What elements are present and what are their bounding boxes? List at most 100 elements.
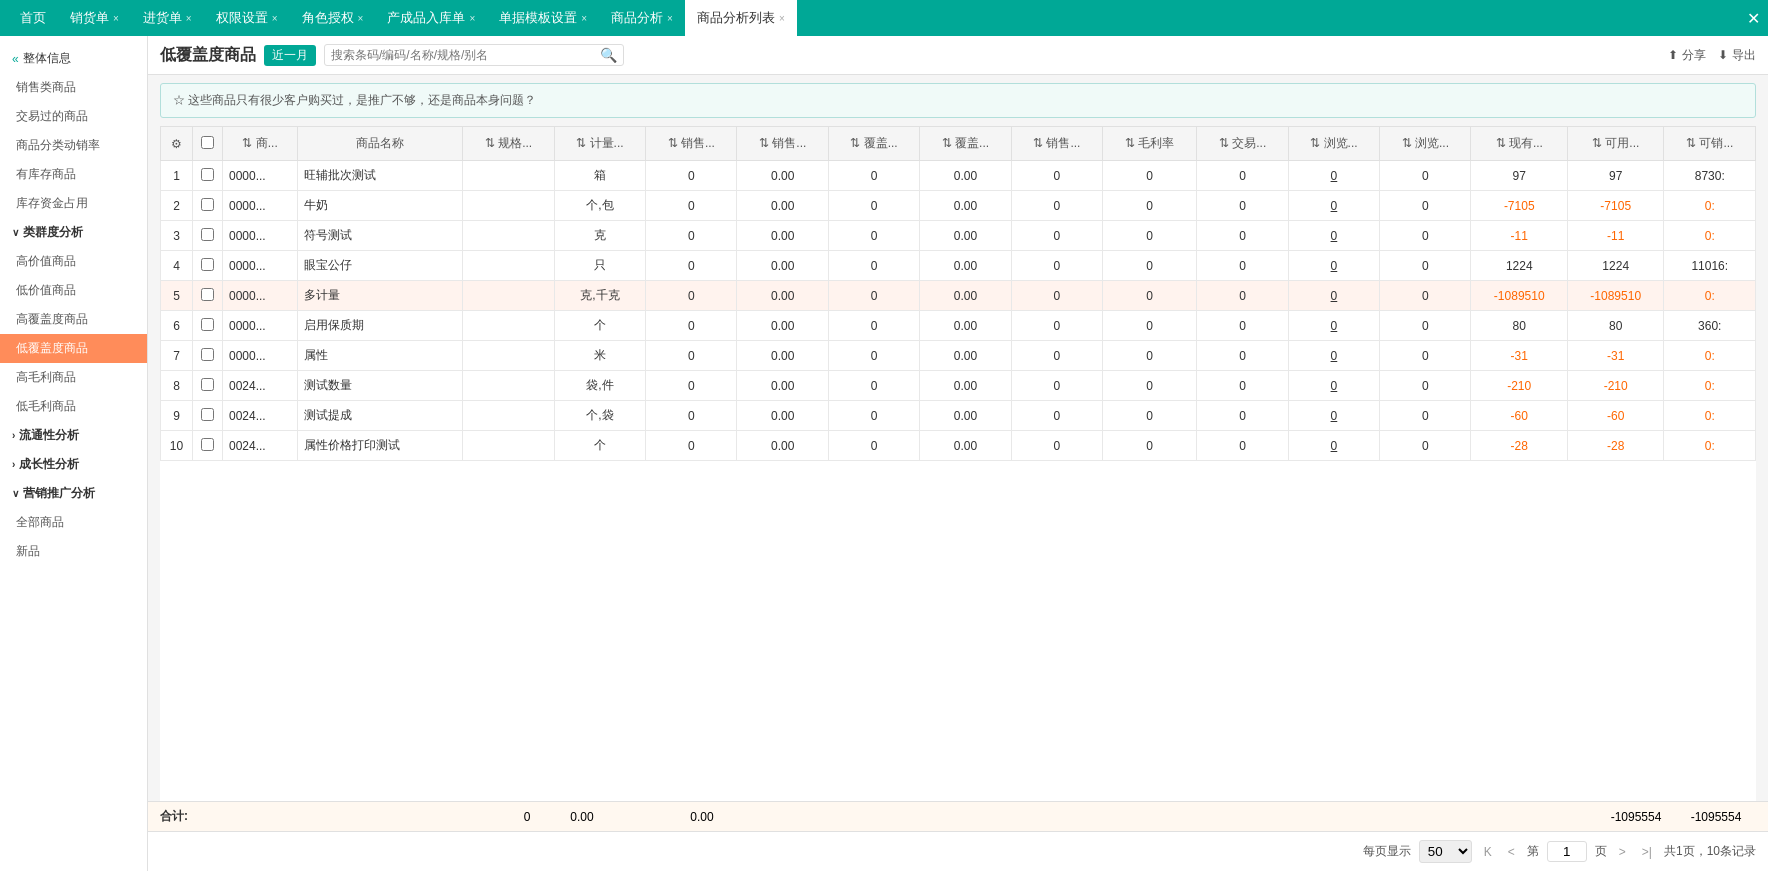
sidebar-section-marketing[interactable]: ∨ 营销推广分析 [0,479,147,508]
close-icon[interactable]: × [186,13,192,24]
nav-sales-order[interactable]: 销货单 × [58,0,131,36]
share-button[interactable]: ⬆ 分享 [1668,47,1706,64]
row-checkbox[interactable] [193,401,223,431]
row-select-checkbox[interactable] [201,348,214,361]
close-icon[interactable]: × [113,13,119,24]
nav-template[interactable]: 单据模板设置 × [487,0,599,36]
sidebar-item-new-products[interactable]: 新品 [0,537,147,566]
browse1-column-header[interactable]: ⇅ 浏览... [1288,127,1379,161]
next-page-button[interactable]: > [1615,845,1630,859]
stock2-column-header[interactable]: ⇅ 可用... [1567,127,1663,161]
row-browse1[interactable]: 0 [1288,281,1379,311]
browse2-column-header[interactable]: ⇅ 浏览... [1380,127,1471,161]
row-browse1[interactable]: 0 [1288,341,1379,371]
cover2-column-header[interactable]: ⇅ 覆盖... [920,127,1011,161]
nav-purchase-order[interactable]: 进货单 × [131,0,204,36]
nav-home[interactable]: 首页 [8,0,58,36]
code-column-header[interactable]: ⇅ 商... [223,127,298,161]
prev-page-button[interactable]: < [1504,845,1519,859]
sidebar-section-growth[interactable]: › 成长性分析 [0,450,147,479]
row-select-checkbox[interactable] [201,198,214,211]
sidebar-item-high-coverage[interactable]: 高覆盖度商品 [0,305,147,334]
row-browse1[interactable]: 0 [1288,221,1379,251]
row-browse1[interactable]: 0 [1288,251,1379,281]
row-checkbox[interactable] [193,191,223,221]
row-browse1[interactable]: 0 [1288,191,1379,221]
sales3-column-header[interactable]: ⇅ 销售... [1011,127,1102,161]
unit-column-header[interactable]: ⇅ 计量... [554,127,645,161]
row-select-checkbox[interactable] [201,288,214,301]
close-icon[interactable]: × [581,13,587,24]
row-checkbox[interactable] [193,251,223,281]
sidebar-item-category-rate[interactable]: 商品分类动销率 [0,131,147,160]
sidebar-item-high-margin[interactable]: 高毛利商品 [0,363,147,392]
sidebar-item-low-coverage[interactable]: 低覆盖度商品 [0,334,147,363]
row-select-checkbox[interactable] [201,258,214,271]
sidebar-item-stock-capital[interactable]: 库存资金占用 [0,189,147,218]
sort-icon: ⇅ [759,136,769,150]
row-checkbox[interactable] [193,431,223,461]
row-checkbox[interactable] [193,281,223,311]
row-select-checkbox[interactable] [201,408,214,421]
sidebar-overall-info[interactable]: « 整体信息 [0,44,147,73]
row-browse1[interactable]: 0 [1288,431,1379,461]
nav-role-auth[interactable]: 角色授权 × [290,0,376,36]
trans-column-header[interactable]: ⇅ 交易... [1197,127,1288,161]
stock1-column-header[interactable]: ⇅ 现有... [1471,127,1567,161]
stock3-column-header[interactable]: ⇅ 可销... [1664,127,1756,161]
row-checkbox[interactable] [193,371,223,401]
sidebar-item-sales-products[interactable]: 销售类商品 [0,73,147,102]
close-icon[interactable]: × [779,13,785,24]
row-checkbox[interactable] [193,311,223,341]
close-icon[interactable]: × [667,13,673,24]
cover1-column-header[interactable]: ⇅ 覆盖... [828,127,919,161]
sidebar-item-low-margin[interactable]: 低毛利商品 [0,392,147,421]
page-input[interactable] [1547,841,1587,862]
row-browse1[interactable]: 0 [1288,371,1379,401]
nav-permission[interactable]: 权限设置 × [204,0,290,36]
sidebar-item-all-products[interactable]: 全部商品 [0,508,147,537]
spec-column-header[interactable]: ⇅ 规格... [463,127,554,161]
row-select-checkbox[interactable] [201,318,214,331]
row-checkbox[interactable] [193,341,223,371]
row-spec [463,341,554,371]
row-checkbox[interactable] [193,221,223,251]
sidebar-item-low-value[interactable]: 低价值商品 [0,276,147,305]
sales1-column-header[interactable]: ⇅ 销售... [646,127,737,161]
row-browse1[interactable]: 0 [1288,311,1379,341]
row-select-checkbox[interactable] [201,228,214,241]
row-select-checkbox[interactable] [201,378,214,391]
sidebar-item-traded-products[interactable]: 交易过的商品 [0,102,147,131]
name-column-header[interactable]: 商品名称 [298,127,463,161]
row-checkbox[interactable] [193,161,223,191]
sidebar-item-stock-products[interactable]: 有库存商品 [0,160,147,189]
nav-warehouse[interactable]: 产成品入库单 × [375,0,487,36]
nav-product-analysis[interactable]: 商品分析 × [599,0,685,36]
period-button[interactable]: 近一月 [264,45,316,66]
gross-column-header[interactable]: ⇅ 毛利率 [1102,127,1196,161]
row-select-checkbox[interactable] [201,438,214,451]
row-browse1[interactable]: 0 [1288,401,1379,431]
sales2-column-header[interactable]: ⇅ 销售... [737,127,828,161]
sidebar-section-group-analysis[interactable]: ∨ 类群度分析 [0,218,147,247]
search-input[interactable] [331,48,600,62]
close-icon[interactable]: × [469,13,475,24]
sidebar-item-high-value[interactable]: 高价值商品 [0,247,147,276]
row-sales1: 0 [646,281,737,311]
close-icon[interactable]: × [358,13,364,24]
settings-column-header[interactable]: ⚙ [161,127,193,161]
row-browse1[interactable]: 0 [1288,161,1379,191]
first-page-button[interactable]: K [1480,845,1496,859]
search-icon[interactable]: 🔍 [600,47,617,63]
nav-product-analysis-list[interactable]: 商品分析列表 × [685,0,797,36]
window-close-button[interactable]: ✕ [1747,9,1760,28]
collapse-icon[interactable]: « [12,52,19,66]
data-table-container[interactable]: ⚙ ⇅ 商... 商品名称 ⇅ 规格... ⇅ 计量... ⇅ 销售... ⇅ … [160,126,1756,801]
row-select-checkbox[interactable] [201,168,214,181]
per-page-select[interactable]: 50 100 200 [1419,840,1472,863]
sidebar-section-liquidity[interactable]: › 流通性分析 [0,421,147,450]
close-icon[interactable]: × [272,13,278,24]
export-button[interactable]: ⬇ 导出 [1718,47,1756,64]
last-page-button[interactable]: >| [1638,845,1656,859]
select-all-checkbox[interactable] [201,136,214,149]
